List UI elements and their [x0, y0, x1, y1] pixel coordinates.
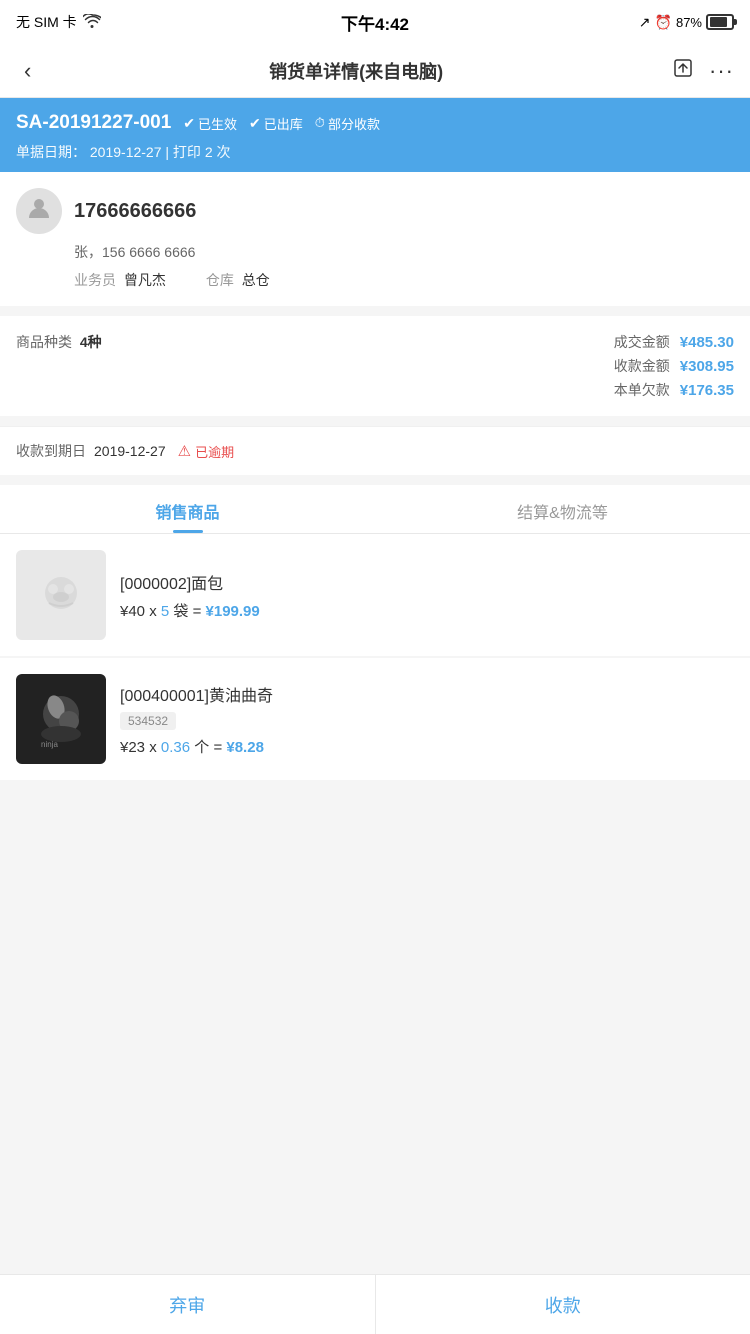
battery-indicator	[706, 14, 734, 30]
product-name-2: [000400001]黄油曲奇	[120, 682, 734, 706]
page-title: 销货单详情(来自电脑)	[269, 58, 443, 84]
summary-section: 商品种类 4种 成交金额 ¥485.30 收款金额 ¥308.95 本单欠款 ¥…	[0, 316, 750, 416]
abandon-label: 弃审	[169, 1292, 205, 1318]
received-amount-value: ¥308.95	[680, 358, 734, 375]
customer-meta: 业务员 曾凡杰 仓库 总仓	[74, 270, 734, 290]
product-info-2: [000400001]黄油曲奇 534532 ¥23 x 0.36 个 = ¥8…	[120, 682, 734, 757]
warehouse-value: 总仓	[242, 272, 270, 288]
order-number: SA-20191227-001	[16, 112, 171, 134]
deal-amount-row: 成交金额 ¥485.30	[614, 332, 734, 352]
avatar	[16, 188, 62, 234]
customer-section: 17666666666 张，156 6666 6666 业务员 曾凡杰 仓库 总…	[0, 172, 750, 306]
abandon-review-button[interactable]: 弃审	[0, 1275, 376, 1334]
product-price-1: ¥40	[120, 603, 145, 620]
tab-settlement-label: 结算&物流等	[517, 505, 608, 522]
order-header-row: SA-20191227-001 ✔ 已生效 ✔ 已出库 ⏱ 部分收款	[16, 112, 734, 134]
customer-id[interactable]: 17666666666	[74, 200, 196, 223]
sales-label: 业务员	[74, 272, 116, 288]
product-total-2: ¥8.28	[226, 739, 264, 756]
product-price-2: ¥23	[120, 739, 145, 756]
check-icon-shipped: ✔	[249, 115, 261, 132]
product-qty-1: 5	[161, 603, 169, 620]
product-image-1	[16, 550, 106, 640]
alarm-icon: ⏰	[655, 14, 672, 31]
product-unit-1: 袋	[173, 603, 188, 620]
product-list: [0000002]面包 ¥40 x 5 袋 = ¥199.99 ninja [0	[0, 534, 750, 780]
date-label: 单据日期：	[16, 144, 86, 160]
status-bar: 无 SIM 卡 下午4:42 ↗ ⏰ 87%	[0, 0, 750, 44]
product-price-row-2: ¥23 x 0.36 个 = ¥8.28	[120, 736, 734, 757]
overdue-icon: ⚠	[178, 442, 191, 460]
product-image-2: ninja	[16, 674, 106, 764]
product-info-1: [0000002]面包 ¥40 x 5 袋 = ¥199.99	[120, 570, 734, 621]
sales-person: 曾凡杰	[124, 272, 166, 288]
nav-actions: ···	[673, 58, 734, 84]
wifi-icon	[83, 14, 101, 31]
tab-sales-label: 销售商品	[155, 505, 219, 522]
due-date-label: 收款到期日	[16, 441, 86, 461]
print-label: | 打印	[165, 144, 201, 160]
product-total-1: ¥199.99	[206, 603, 260, 620]
bottom-bar: 弃审 收款	[0, 1274, 750, 1334]
status-right: ↗ ⏰ 87%	[639, 14, 734, 31]
received-amount-label: 收款金额	[614, 356, 670, 376]
sales-meta: 业务员 曾凡杰	[74, 270, 166, 290]
back-button[interactable]: ‹	[16, 50, 39, 92]
tab-settlement[interactable]: 结算&物流等	[375, 485, 750, 533]
print-unit: 次	[217, 144, 231, 160]
location-icon: ↗	[639, 14, 651, 31]
status-effective: ✔ 已生效	[183, 114, 237, 133]
customer-contact: 张，156 6666 6666	[74, 242, 734, 262]
status-left: 无 SIM 卡	[16, 12, 101, 32]
summary-left: 商品种类 4种	[16, 332, 102, 352]
print-count: 2	[205, 144, 213, 160]
share-icon[interactable]	[673, 58, 693, 83]
product-batch-2: 534532	[120, 712, 176, 730]
warehouse-meta: 仓库 总仓	[206, 270, 270, 290]
product-name-1: [0000002]面包	[120, 570, 734, 594]
product-qty-2: 0.36	[161, 739, 190, 756]
summary-right: 成交金额 ¥485.30 收款金额 ¥308.95 本单欠款 ¥176.35	[614, 332, 734, 400]
due-date-section: 收款到期日 2019-12-27 ⚠ 已逾期	[0, 426, 750, 475]
list-item: ninja [000400001]黄油曲奇 534532 ¥23 x 0.36 …	[0, 658, 750, 780]
tabs-section: 销售商品 结算&物流等	[0, 485, 750, 534]
status-shipped: ✔ 已出库	[249, 114, 303, 133]
status-time: 下午4:42	[341, 10, 409, 35]
collect-label: 收款	[545, 1292, 581, 1318]
battery-percent: 87%	[676, 15, 702, 30]
list-item: [0000002]面包 ¥40 x 5 袋 = ¥199.99	[0, 534, 750, 656]
owed-amount-value: ¥176.35	[680, 382, 734, 399]
due-date-value: 2019-12-27	[94, 443, 166, 459]
customer-row: 17666666666	[16, 188, 734, 234]
sim-text: 无 SIM 卡	[16, 12, 77, 32]
owed-amount-label: 本单欠款	[614, 380, 670, 400]
warehouse-label: 仓库	[206, 272, 234, 288]
deal-amount-value: ¥485.30	[680, 334, 734, 351]
overdue-text: 已逾期	[195, 442, 234, 461]
clock-icon: ⏱	[315, 115, 325, 131]
more-icon[interactable]: ···	[709, 58, 734, 84]
order-date: 2019-12-27	[90, 144, 162, 160]
person-icon	[25, 194, 53, 229]
check-icon-effective: ✔	[183, 115, 195, 132]
tab-sales-products[interactable]: 销售商品	[0, 485, 375, 533]
collect-payment-button[interactable]: 收款	[376, 1275, 750, 1334]
deal-amount-label: 成交金额	[614, 332, 670, 352]
product-unit-2: 个	[194, 739, 209, 756]
status-payment: ⏱ 部分收款	[315, 114, 380, 133]
header-date-row: 单据日期： 2019-12-27 | 打印 2 次	[16, 142, 734, 162]
owed-amount-row: 本单欠款 ¥176.35	[614, 380, 734, 400]
overdue-badge: ⚠ 已逾期	[178, 442, 234, 461]
product-price-row-1: ¥40 x 5 袋 = ¥199.99	[120, 600, 734, 621]
received-amount-row: 收款金额 ¥308.95	[614, 356, 734, 376]
svg-text:ninja: ninja	[41, 740, 58, 749]
category-label: 商品种类	[16, 334, 72, 350]
nav-bar: ‹ 销货单详情(来自电脑) ···	[0, 44, 750, 98]
header-banner: SA-20191227-001 ✔ 已生效 ✔ 已出库 ⏱ 部分收款 单据日期：…	[0, 98, 750, 172]
category-count: 4种	[80, 334, 102, 350]
